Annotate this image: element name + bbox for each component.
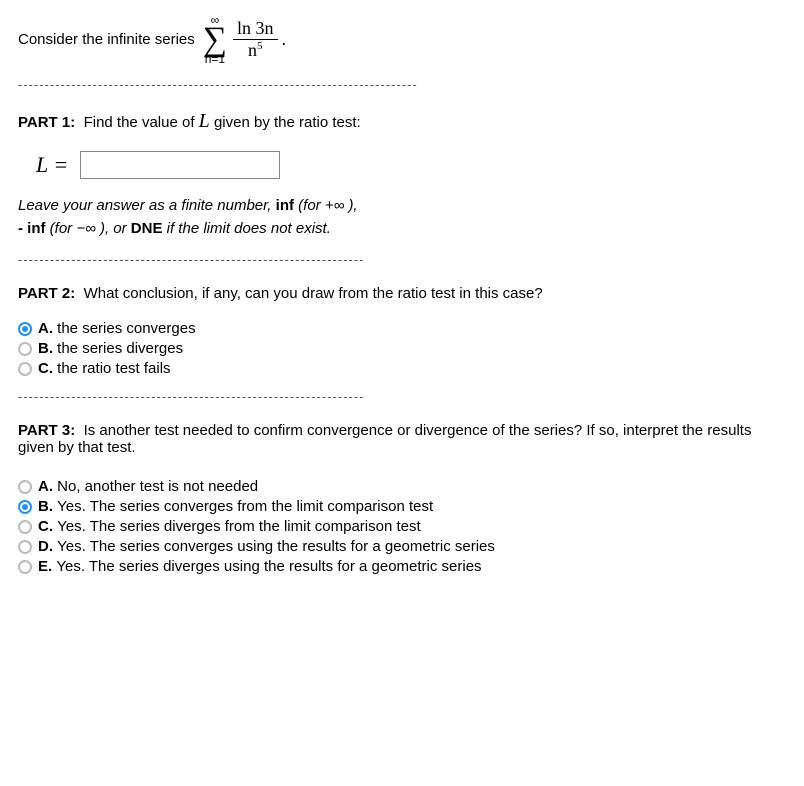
series-sum: ∞ ∑ n=1 ln 3n n5 . (203, 14, 286, 65)
radio-icon[interactable] (18, 322, 32, 336)
part3-option-C[interactable]: C. Yes. The series diverges from the lim… (18, 518, 786, 535)
part3-label: PART 3: (18, 422, 75, 439)
sum-lower-limit: n=1 (205, 53, 225, 65)
fraction-denominator: n5 (244, 40, 267, 61)
part3-option-B[interactable]: B. Yes. The series converges from the li… (18, 498, 786, 515)
divider-2: ----------------------------------------… (18, 252, 786, 267)
radio-icon[interactable] (18, 362, 32, 376)
part2-label: PART 2: (18, 285, 75, 302)
option-letter: A. (38, 478, 57, 495)
instr2b: (for −∞ ), or (46, 220, 131, 237)
sigma-icon: ∑ (203, 26, 227, 53)
part2-options: A. the series convergesB. the series div… (18, 320, 786, 377)
option-letter: B. (38, 498, 57, 515)
part3-option-E[interactable]: E. Yes. The series diverges using the re… (18, 558, 786, 575)
instr1a: Leave your answer as a finite number, (18, 197, 276, 214)
option-text: Yes. The series diverges using the resul… (56, 558, 481, 575)
radio-icon[interactable] (18, 480, 32, 494)
part1-instructions: Leave your answer as a finite number, in… (18, 195, 786, 240)
option-label: C. Yes. The series diverges from the lim… (38, 518, 421, 535)
intro-line: Consider the infinite series ∞ ∑ n=1 ln … (18, 14, 786, 65)
option-letter: D. (38, 538, 57, 555)
instr-inf: inf (276, 197, 294, 214)
option-text: Yes. The series converges from the limit… (57, 498, 433, 515)
intro-text: Consider the infinite series (18, 31, 195, 48)
part3-option-A[interactable]: A. No, another test is not needed (18, 478, 786, 495)
instr1b: (for +∞ ), (294, 197, 358, 214)
option-label: E. Yes. The series diverges using the re… (38, 558, 482, 575)
part3-options: A. No, another test is not neededB. Yes.… (18, 478, 786, 575)
fraction-numerator: ln 3n (233, 18, 278, 39)
sigma-wrap: ∞ ∑ n=1 (203, 14, 227, 65)
period: . (282, 29, 287, 50)
part3-question: Is another test needed to confirm conver… (18, 422, 751, 456)
radio-icon[interactable] (18, 342, 32, 356)
radio-icon[interactable] (18, 560, 32, 574)
L-equation-row: L = (36, 151, 786, 179)
option-text: the series converges (57, 320, 195, 337)
radio-icon[interactable] (18, 520, 32, 534)
part2-option-A[interactable]: A. the series converges (18, 320, 786, 337)
part3-option-D[interactable]: D. Yes. The series converges using the r… (18, 538, 786, 555)
option-text: the ratio test fails (57, 360, 170, 377)
den-exponent: 5 (257, 40, 263, 52)
instr-dne: DNE (131, 220, 163, 237)
option-label: C. the ratio test fails (38, 360, 171, 377)
part2-option-C[interactable]: C. the ratio test fails (18, 360, 786, 377)
part1-heading: PART 1: Find the value of L given by the… (18, 110, 786, 133)
option-label: B. the series diverges (38, 340, 183, 357)
instr2c: if the limit does not exist. (162, 220, 330, 237)
option-label: A. No, another test is not needed (38, 478, 258, 495)
part1-label: PART 1: (18, 114, 75, 131)
option-letter: C. (38, 518, 57, 535)
radio-icon[interactable] (18, 500, 32, 514)
option-letter: E. (38, 558, 56, 575)
option-text: Yes. The series diverges from the limit … (57, 518, 421, 535)
option-text: the series diverges (57, 340, 183, 357)
option-letter: A. (38, 320, 57, 337)
option-label: B. Yes. The series converges from the li… (38, 498, 433, 515)
L-eq-text: L = (36, 152, 68, 177)
radio-icon[interactable] (18, 540, 32, 554)
part1-L-symbol: L (199, 110, 210, 132)
divider-1: ----------------------------------------… (18, 77, 786, 92)
part2-option-B[interactable]: B. the series diverges (18, 340, 786, 357)
part3-heading: PART 3: Is another test needed to confir… (18, 422, 786, 456)
L-equals-label: L = (36, 152, 68, 178)
den-base: n (248, 40, 257, 60)
option-letter: C. (38, 360, 57, 377)
divider-3: ----------------------------------------… (18, 389, 786, 404)
option-text: Yes. The series converges using the resu… (57, 538, 495, 555)
part1-text-after: given by the ratio test: (214, 114, 361, 131)
part2-question: What conclusion, if any, can you draw fr… (84, 285, 543, 302)
part1-text-before: Find the value of (84, 114, 199, 131)
fraction: ln 3n n5 (233, 18, 278, 61)
option-letter: B. (38, 340, 57, 357)
part2-heading: PART 2: What conclusion, if any, can you… (18, 285, 786, 302)
option-text: No, another test is not needed (57, 478, 258, 495)
option-label: D. Yes. The series converges using the r… (38, 538, 495, 555)
L-value-input[interactable] (80, 151, 280, 179)
instr-neginf: - inf (18, 220, 46, 237)
option-label: A. the series converges (38, 320, 196, 337)
